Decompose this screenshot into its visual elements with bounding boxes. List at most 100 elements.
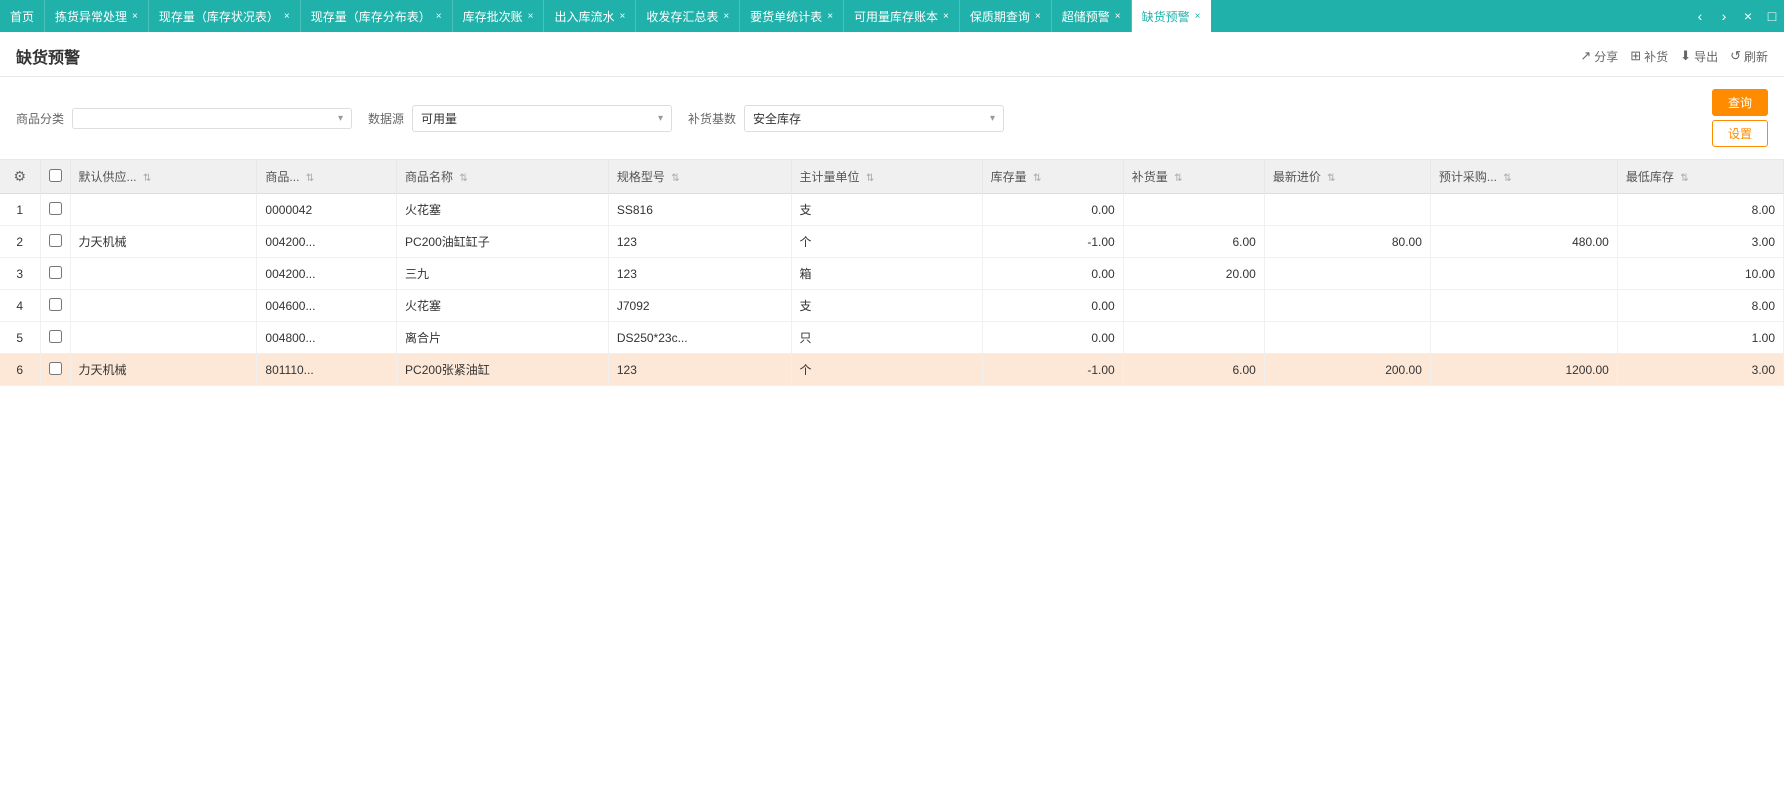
tab-close-order-stats[interactable]: ×	[827, 11, 833, 22]
row-num-4: 4	[0, 290, 40, 322]
tab-batch-account[interactable]: 库存批次账×	[453, 0, 545, 32]
replenish-base-chevron-down-icon: ▾	[990, 113, 995, 124]
replenish-base-select[interactable]: 安全库存 ▾	[744, 105, 1004, 132]
row-checkbox-6[interactable]	[49, 362, 62, 375]
col-unit-label: 主计量单位	[800, 170, 860, 184]
refresh-button[interactable]: ↺ 刷新	[1730, 48, 1768, 65]
table-row[interactable]: 5 004800... 离合片 DS250*23c... 只 0.00 1.00	[0, 322, 1784, 354]
tab-close-batch-account[interactable]: ×	[528, 11, 534, 22]
query-button[interactable]: 查询	[1712, 89, 1768, 116]
cell-latest-price-2: 80.00	[1264, 226, 1430, 258]
col-replenish-qty-header: 补货量 ⇅	[1123, 160, 1264, 194]
tab-overstock-warning[interactable]: 超储预警×	[1052, 0, 1132, 32]
col-spec-label: 规格型号	[617, 170, 665, 184]
tab-close-inout-flow[interactable]: ×	[619, 11, 625, 22]
refresh-label: 刷新	[1744, 48, 1768, 65]
export-button[interactable]: ⬇ 导出	[1680, 48, 1718, 65]
replenish-base-filter-group: 补货基数 安全库存 ▾	[688, 105, 1004, 132]
tab-close-overstock-warning[interactable]: ×	[1115, 11, 1121, 22]
col-min-stock-header: 最低库存 ⇅	[1617, 160, 1783, 194]
tab-maximize-button[interactable]: □	[1760, 0, 1784, 32]
sort-replenish-qty-icon[interactable]: ⇅	[1174, 173, 1182, 184]
export-icon: ⬇	[1680, 48, 1691, 64]
row-checkbox-2[interactable]	[49, 234, 62, 247]
col-estimated-purchase-header: 预计采购... ⇅	[1430, 160, 1617, 194]
tab-close-available-ledger[interactable]: ×	[943, 11, 949, 22]
cell-default-supplier-3	[70, 258, 257, 290]
cell-unit-1: 支	[791, 194, 982, 226]
tab-close-inventory-dist[interactable]: ×	[436, 11, 442, 22]
sort-latest-price-icon[interactable]: ⇅	[1327, 173, 1335, 184]
table-settings-icon[interactable]: ⚙	[13, 168, 26, 184]
tab-exception[interactable]: 拣货异常处理×	[45, 0, 149, 32]
tab-shortage-warning[interactable]: 缺货预警 ×	[1132, 0, 1212, 32]
replenish-label: 补货	[1644, 48, 1668, 65]
row-checkbox-cell-4	[40, 290, 70, 322]
cell-product-name-2: PC200油缸缸子	[397, 226, 609, 258]
row-checkbox-5[interactable]	[49, 330, 62, 343]
cell-unit-5: 只	[791, 322, 982, 354]
col-latest-price-header: 最新进价 ⇅	[1264, 160, 1430, 194]
col-stock-label: 库存量	[991, 170, 1027, 184]
tab-close-receive-summary[interactable]: ×	[723, 11, 729, 22]
tab-home[interactable]: 首页	[0, 0, 45, 32]
col-min-stock-label: 最低库存	[1626, 170, 1674, 184]
table-row[interactable]: 1 0000042 火花塞 SS816 支 0.00 8.00	[0, 194, 1784, 226]
tab-order-stats[interactable]: 要货单统计表×	[740, 0, 844, 32]
header-actions: ↗ 分享 ⊞ 补货 ⬇ 导出 ↺ 刷新	[1580, 48, 1768, 65]
tab-receive-summary[interactable]: 收发存汇总表×	[636, 0, 740, 32]
tab-prev-button[interactable]: ‹	[1688, 0, 1712, 32]
replenish-button[interactable]: ⊞ 补货	[1630, 48, 1668, 65]
tab-close-expiry-query[interactable]: ×	[1035, 11, 1041, 22]
tab-inout-flow[interactable]: 出入库流水×	[544, 0, 636, 32]
col-product-code-header: 商品... ⇅	[257, 160, 397, 194]
row-checkbox-3[interactable]	[49, 266, 62, 279]
cell-product-code-2: 004200...	[257, 226, 397, 258]
refresh-icon: ↺	[1730, 48, 1741, 64]
cell-spec-5: DS250*23c...	[608, 322, 791, 354]
cell-estimated-purchase-3	[1430, 258, 1617, 290]
table-row[interactable]: 4 004600... 火花塞 J7092 支 0.00 8.00	[0, 290, 1784, 322]
tab-close-exception[interactable]: ×	[132, 11, 138, 22]
sort-spec-icon[interactable]: ⇅	[671, 173, 679, 184]
tab-available-ledger[interactable]: 可用量库存账本 ×	[844, 0, 960, 32]
cell-latest-price-3	[1264, 258, 1430, 290]
sort-unit-icon[interactable]: ⇅	[866, 173, 874, 184]
row-checkbox-4[interactable]	[49, 298, 62, 311]
category-select[interactable]: ▾	[72, 108, 352, 129]
table-row[interactable]: 3 004200... 三九 123 箱 0.00 20.00 10.00	[0, 258, 1784, 290]
datasource-select[interactable]: 可用量 ▾	[412, 105, 672, 132]
sort-product-name-icon[interactable]: ⇅	[459, 173, 467, 184]
cell-estimated-purchase-5	[1430, 322, 1617, 354]
page-title: 缺货预警	[16, 44, 80, 68]
settings-button[interactable]: 设置	[1712, 120, 1768, 147]
row-checkbox-1[interactable]	[49, 202, 62, 215]
sort-min-stock-icon[interactable]: ⇅	[1680, 173, 1688, 184]
tab-expiry-query[interactable]: 保质期查询×	[960, 0, 1052, 32]
tab-next-button[interactable]: ›	[1712, 0, 1736, 32]
sort-estimated-purchase-icon[interactable]: ⇅	[1503, 173, 1511, 184]
data-table: ⚙ 默认供应... ⇅ 商品... ⇅ 商品名称 ⇅	[0, 160, 1784, 386]
cell-product-name-6: PC200张紧油缸	[397, 354, 609, 386]
tab-close-all-button[interactable]: ×	[1736, 0, 1760, 32]
row-num-3: 3	[0, 258, 40, 290]
sort-product-code-icon[interactable]: ⇅	[306, 173, 314, 184]
cell-unit-3: 箱	[791, 258, 982, 290]
tab-label-shortage-warning: 缺货预警	[1142, 8, 1190, 25]
col-product-name-label: 商品名称	[405, 170, 453, 184]
table-row[interactable]: 6 力天机械 801110... PC200张紧油缸 123 个 -1.00 6…	[0, 354, 1784, 386]
row-checkbox-cell-5	[40, 322, 70, 354]
tab-inventory-dist[interactable]: 现存量（库存分布表）×	[301, 0, 453, 32]
tab-close-shortage-warning[interactable]: ×	[1195, 11, 1201, 22]
tab-close-inventory-status[interactable]: ×	[284, 11, 290, 22]
col-replenish-qty-label: 补货量	[1132, 170, 1168, 184]
share-button[interactable]: ↗ 分享	[1580, 48, 1618, 65]
tab-inventory-status[interactable]: 现存量（库存状况表）×	[149, 0, 301, 32]
cell-latest-price-4	[1264, 290, 1430, 322]
select-all-checkbox[interactable]	[49, 169, 62, 182]
sort-stock-icon[interactable]: ⇅	[1033, 173, 1041, 184]
sort-default-supplier-icon[interactable]: ⇅	[143, 173, 151, 184]
category-chevron-down-icon: ▾	[338, 113, 343, 124]
table-row[interactable]: 2 力天机械 004200... PC200油缸缸子 123 个 -1.00 6…	[0, 226, 1784, 258]
tab-label-available-ledger: 可用量库存账本	[854, 8, 938, 25]
